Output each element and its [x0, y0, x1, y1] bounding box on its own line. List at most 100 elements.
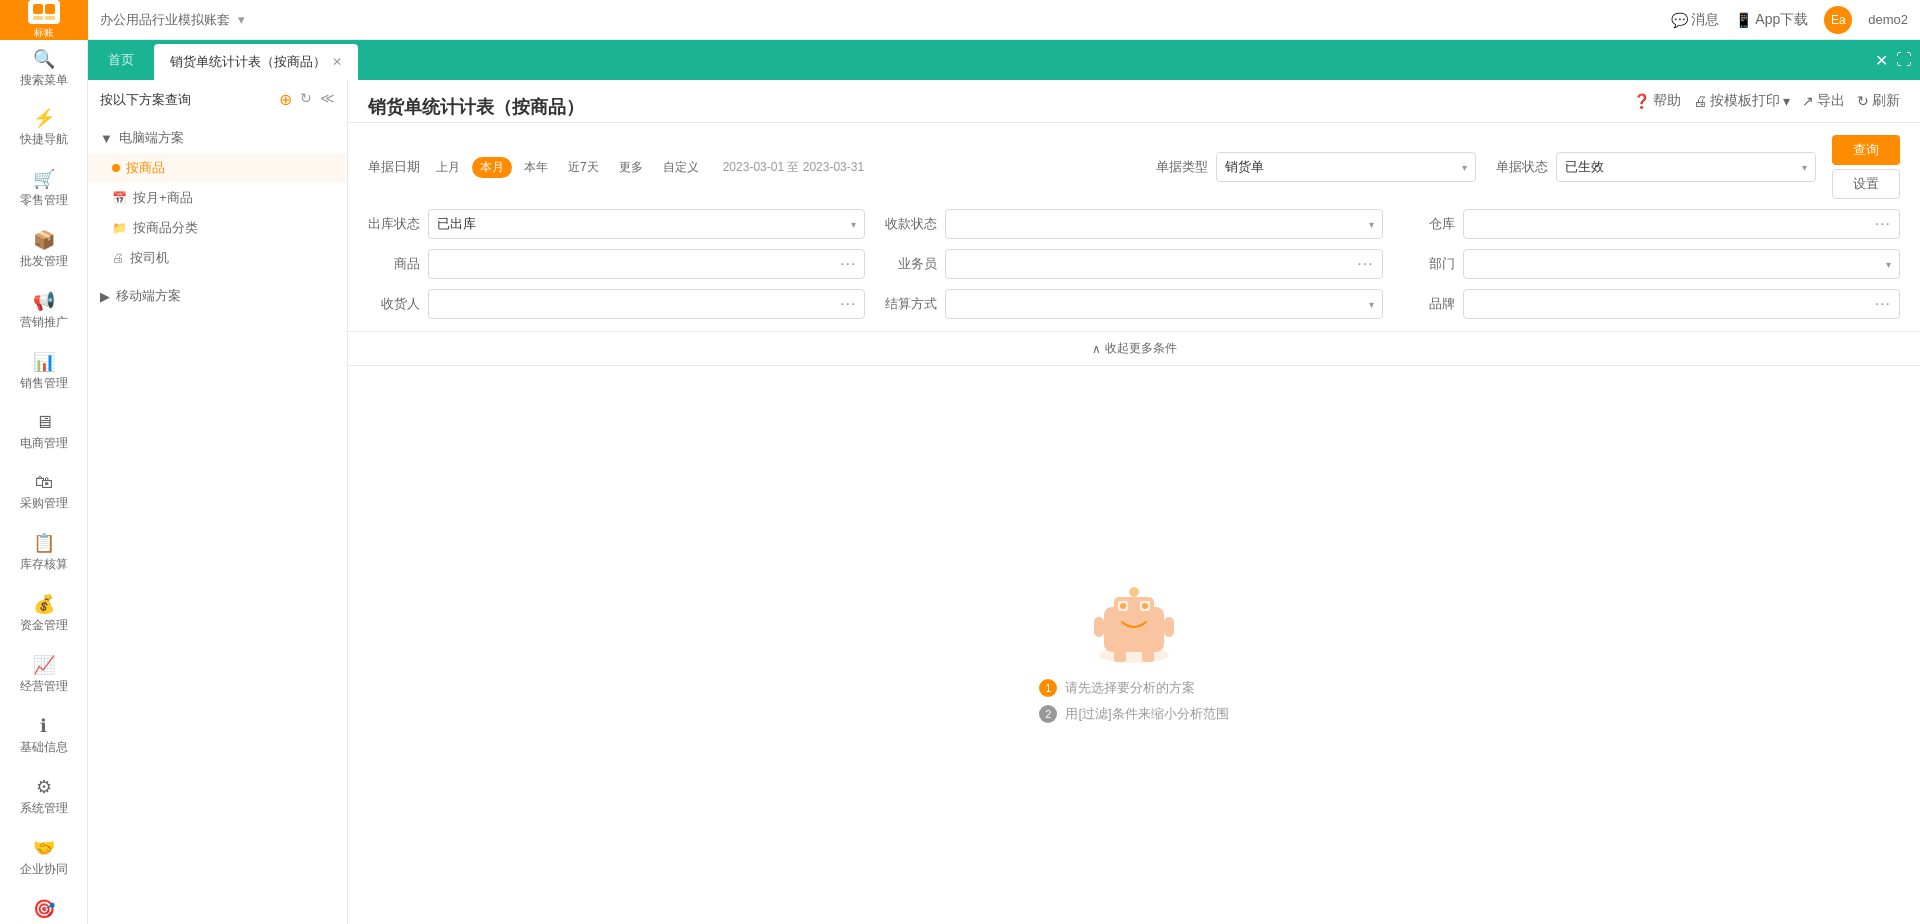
filter-by-month-product[interactable]: 📅 按月+商品 [88, 183, 347, 213]
tip-num-1: 1 [1039, 679, 1057, 697]
consignee-input[interactable]: ··· [428, 289, 865, 319]
date-tab-this-month[interactable]: 本月 [472, 157, 512, 178]
app-logo[interactable]: 标账 [0, 0, 88, 40]
collapse-btn[interactable]: ∧ 收起更多条件 [1092, 340, 1177, 357]
app-download-btn[interactable]: 📱 App下载 [1735, 11, 1808, 29]
collapse-icon: ▼ [100, 131, 113, 146]
empty-tip-1: 1 请先选择要分析的方案 [1039, 679, 1228, 697]
out-status-select[interactable]: 已出库 ▾ [428, 209, 865, 239]
sidebar-item-basic-info[interactable]: ℹ 基础信息 [0, 705, 87, 766]
sidebar-item-purchase[interactable]: 🛍 采购管理 [0, 462, 87, 522]
workspace-dropdown-icon[interactable]: ▾ [238, 12, 245, 27]
doc-status-select[interactable]: 已生效 ▾ [1556, 152, 1816, 182]
user-avatar-text: Ea [1831, 13, 1846, 27]
filter-by-printer[interactable]: 🖨 按司机 [88, 243, 347, 273]
refresh-btn[interactable]: ↻ 刷新 [1857, 92, 1900, 110]
sidebar-item-label: 资金管理 [20, 617, 68, 634]
receipt-status-arrow: ▾ [1369, 219, 1374, 230]
system-icon: ⚙ [36, 776, 52, 798]
product-input[interactable]: ··· [428, 249, 865, 279]
sidebar-item-inventory[interactable]: 📋 库存核算 [0, 522, 87, 583]
date-tab-last-month[interactable]: 上月 [428, 157, 468, 178]
filter-by-category[interactable]: 📁 按商品分类 [88, 213, 347, 243]
content-area: 按以下方案查询 ⊕ ↻ ≪ ▼ 电脑端方案 按商品 📅 按月+ [88, 80, 1920, 924]
main-content: 销货单统计计表（按商品） ❓ 帮助 🖨 按模板打印 ▾ ↗ 导出 [348, 80, 1920, 924]
sidebar-item-finance[interactable]: 💰 资金管理 [0, 583, 87, 644]
user-avatar[interactable]: Ea [1824, 6, 1852, 34]
settlement-arrow: ▾ [1369, 299, 1374, 310]
sidebar-item-wholesale[interactable]: 📦 批发管理 [0, 219, 87, 280]
doc-type-value: 销货单 [1225, 158, 1462, 176]
doc-type-arrow: ▾ [1462, 162, 1467, 173]
active-dot [112, 164, 120, 172]
date-tab-more[interactable]: 更多 [611, 157, 651, 178]
mobile-filter-group: ▶ 移动端方案 [88, 277, 347, 315]
sidebar-item-search-menu[interactable]: 🔍 搜索菜单 [0, 40, 87, 97]
export-label: 导出 [1817, 92, 1845, 110]
doc-status-value: 已生效 [1565, 158, 1802, 176]
filter-panel-title: 按以下方案查询 [100, 91, 191, 109]
marketing-icon: 📢 [33, 290, 55, 312]
tip-text-1: 请先选择要分析的方案 [1065, 679, 1195, 697]
sidebar-item-enterprise[interactable]: 🤝 企业协同 [0, 827, 87, 888]
tab-close-btn[interactable]: ✕ [1875, 51, 1888, 70]
tab-expand-btn[interactable]: ⛶ [1896, 51, 1912, 69]
tip-text-2: 用[过滤]条件来缩小分析范围 [1065, 705, 1228, 723]
doc-type-label: 单据类型 [1156, 158, 1216, 176]
tab-close-icon[interactable]: ✕ [332, 55, 342, 69]
wholesale-icon: 📦 [33, 229, 55, 251]
out-status-value: 已出库 [437, 215, 851, 233]
sidebar-item-label: 搜索菜单 [20, 72, 68, 89]
consignee-dots: ··· [840, 295, 856, 313]
message-btn[interactable]: 💬 消息 [1671, 11, 1719, 29]
workspace-name: 办公用品行业模拟账套 [100, 11, 230, 29]
collapse-panel-btn[interactable]: ≪ [320, 90, 335, 109]
template-print-label: 按模板打印 [1710, 92, 1780, 110]
filter-by-product[interactable]: 按商品 [88, 153, 347, 183]
doc-type-select[interactable]: 销货单 ▾ [1216, 152, 1476, 182]
sidebar-item-newbie[interactable]: 🎯 新手引导 [0, 888, 87, 924]
department-select[interactable]: ▾ [1463, 249, 1900, 279]
add-scheme-btn[interactable]: ⊕ [279, 90, 292, 109]
refresh-scheme-btn[interactable]: ↻ [300, 90, 312, 109]
brand-input[interactable]: ··· [1463, 289, 1900, 319]
tab-bar-actions: ✕ ⛶ [1875, 51, 1920, 70]
tip-num-2: 2 [1039, 705, 1057, 723]
message-label: 消息 [1691, 11, 1719, 29]
export-btn[interactable]: ↗ 导出 [1802, 92, 1845, 110]
date-tab-this-year[interactable]: 本年 [516, 157, 556, 178]
warehouse-input[interactable]: ··· [1463, 209, 1900, 239]
empty-state: 1 请先选择要分析的方案 2 用[过滤]条件来缩小分析范围 [348, 366, 1920, 924]
tab-sales-stat[interactable]: 销货单统计计表（按商品） ✕ [154, 44, 358, 80]
svg-rect-14 [1142, 650, 1154, 662]
sidebar-item-marketing[interactable]: 📢 营销推广 [0, 280, 87, 341]
svg-rect-13 [1114, 650, 1126, 662]
out-status-field: 出库状态 已出库 ▾ [368, 209, 865, 239]
salesperson-label: 业务员 [885, 255, 945, 273]
sidebar-item-operations[interactable]: 📈 经营管理 [0, 644, 87, 705]
sidebar-item-ecommerce[interactable]: 🖥 电商管理 [0, 402, 87, 462]
tab-home[interactable]: 首页 [88, 40, 154, 80]
sidebar-item-label: 库存核算 [20, 556, 68, 573]
sidebar-item-system[interactable]: ⚙ 系统管理 [0, 766, 87, 827]
sidebar-item-retail[interactable]: 🛒 零售管理 [0, 158, 87, 219]
query-button[interactable]: 查询 [1832, 135, 1900, 165]
date-tab-last-7days[interactable]: 近7天 [560, 157, 607, 178]
product-field: 商品 ··· [368, 249, 865, 279]
sidebar-item-label: 企业协同 [20, 861, 68, 878]
logo-icon [28, 0, 60, 24]
settings-button[interactable]: 设置 [1832, 169, 1900, 199]
date-tab-custom[interactable]: 自定义 [655, 157, 707, 178]
sidebar-item-quick-nav[interactable]: ⚡ 快捷导航 [0, 97, 87, 158]
salesperson-input[interactable]: ··· [945, 249, 1382, 279]
help-btn[interactable]: ❓ 帮助 [1633, 92, 1681, 110]
salesperson-dots: ··· [1357, 255, 1373, 273]
basic-info-icon: ℹ [40, 715, 47, 737]
tab-bar: 首页 销货单统计计表（按商品） ✕ ✕ ⛶ [88, 40, 1920, 80]
pc-filter-group: ▼ 电脑端方案 按商品 📅 按月+商品 📁 按商品分类 🖨 按司机 [88, 119, 347, 277]
receipt-status-select[interactable]: ▾ [945, 209, 1382, 239]
sidebar-item-sales[interactable]: 📊 销售管理 [0, 341, 87, 402]
template-print-btn[interactable]: 🖨 按模板打印 ▾ [1693, 92, 1790, 110]
settlement-select[interactable]: ▾ [945, 289, 1382, 319]
inventory-icon: 📋 [33, 532, 55, 554]
